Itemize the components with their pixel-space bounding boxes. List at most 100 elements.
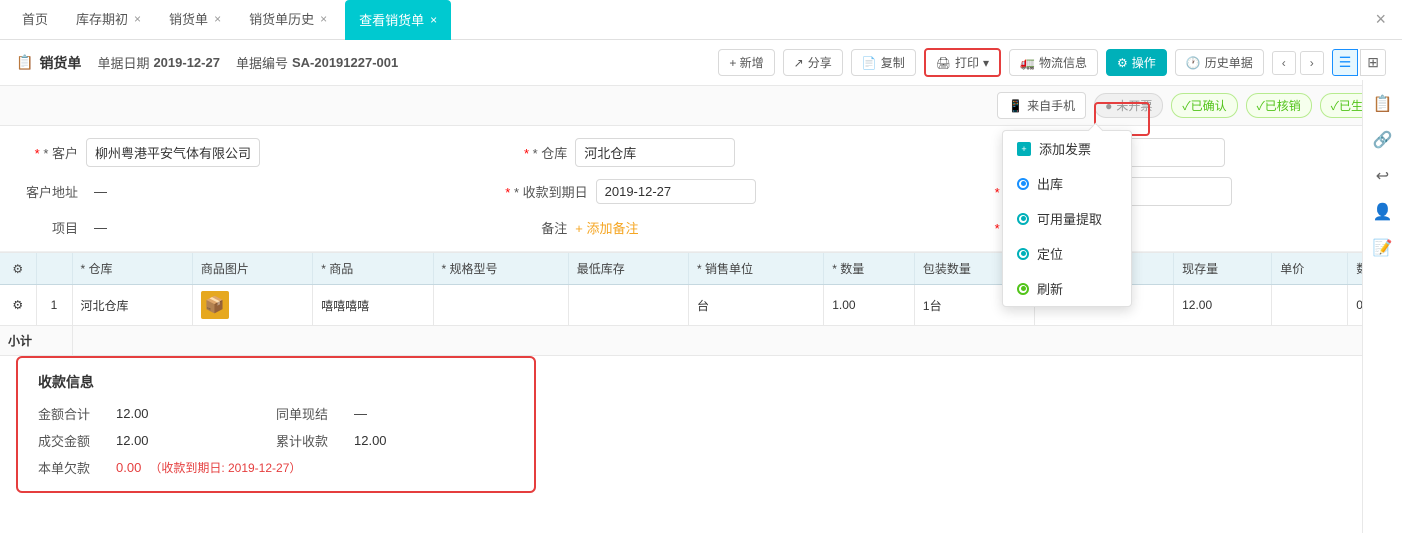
address-field: 客户地址 — bbox=[16, 180, 505, 203]
window-close-button[interactable]: × bbox=[1367, 9, 1394, 30]
transaction-value: 12.00 bbox=[116, 433, 149, 448]
from-mobile-button[interactable]: 📱 来自手机 bbox=[997, 92, 1086, 119]
cumulative-item: 累计收款 12.00 bbox=[276, 431, 514, 450]
add-note-button[interactable]: + 添加备注 bbox=[575, 218, 638, 237]
tab-sales-history[interactable]: 销货单历史 × bbox=[235, 0, 341, 40]
form-row-1: * 客户 柳州粤港平安气体有限公司 * 仓库 河北仓库 业务员 演示账号 bbox=[16, 138, 1386, 167]
balance-label: 本单欠款 bbox=[38, 458, 108, 477]
sidebar-doc-icon[interactable]: 📋 bbox=[1367, 88, 1399, 120]
row-product[interactable]: 嘻嘻嘻嘻 bbox=[313, 285, 433, 326]
balance-note: （收款到期日: 2019-12-27） bbox=[149, 459, 301, 476]
row-settings[interactable]: ⚙ bbox=[0, 285, 36, 326]
sidebar-link-icon[interactable]: 🔗 bbox=[1367, 124, 1399, 156]
sidebar-user-icon[interactable]: 👤 bbox=[1367, 196, 1399, 228]
project-value[interactable]: — bbox=[86, 216, 246, 239]
row-warehouse[interactable]: 河北仓库 bbox=[72, 285, 192, 326]
doc-actions: + 新增 ↗ 分享 📄 复制 🖨 打印 ▾ 🚛 物流信息 bbox=[718, 48, 1386, 77]
customer-value[interactable]: 柳州粤港平安气体有限公司 bbox=[86, 138, 260, 167]
grid-view-button[interactable]: ⊞ bbox=[1360, 49, 1386, 76]
row-price[interactable] bbox=[1272, 285, 1348, 326]
summary-panel: 收款信息 金额合计 12.00 同单现结 — 成交金额 12.00 累计收款 1… bbox=[16, 356, 536, 493]
doc-header: 📋 销货单 单据日期 2019-12-27 单据编号 SA-20191227-0… bbox=[0, 40, 1402, 86]
print-icon: 🖨 bbox=[936, 56, 951, 70]
doc-icon: 📋 bbox=[16, 54, 33, 71]
same-order-label: 同单现结 bbox=[276, 404, 346, 423]
share-button[interactable]: ↗ 分享 bbox=[783, 49, 843, 76]
col-unit: * 销售单位 bbox=[689, 253, 824, 285]
tab-sales-history-close[interactable]: × bbox=[320, 12, 327, 26]
cancelled-badge: ✓已核销 bbox=[1246, 93, 1312, 118]
list-view-button[interactable]: ☰ bbox=[1332, 49, 1359, 76]
warehouse-value[interactable]: 河北仓库 bbox=[575, 138, 735, 167]
sidebar-note-icon[interactable]: 📝 bbox=[1367, 232, 1399, 264]
print-button[interactable]: 🖨 打印 ▾ bbox=[924, 48, 1001, 77]
row-image: 📦 bbox=[192, 285, 312, 326]
total-amount-item: 金额合计 12.00 bbox=[38, 404, 276, 423]
row-quantity[interactable]: 1.00 bbox=[824, 285, 915, 326]
nav-arrows: ‹ › bbox=[1272, 51, 1324, 75]
project-label: 项目 bbox=[16, 218, 86, 237]
locate-icon bbox=[1017, 248, 1029, 260]
total-amount-label: 金额合计 bbox=[38, 404, 108, 423]
tab-sales[interactable]: 销货单 × bbox=[155, 0, 235, 40]
menu-stock-out[interactable]: 出库 bbox=[1003, 166, 1131, 201]
doc-meta: 单据日期 2019-12-27 单据编号 SA-20191227-001 bbox=[97, 53, 398, 72]
note-label: 备注 bbox=[505, 218, 575, 237]
menu-available-qty[interactable]: 可用量提取 bbox=[1003, 201, 1131, 236]
col-spec: * 规格型号 bbox=[433, 253, 568, 285]
col-settings[interactable]: ⚙ bbox=[0, 253, 36, 285]
sidebar-return-icon[interactable]: ↩ bbox=[1367, 160, 1399, 192]
subtotal-values bbox=[72, 326, 1402, 356]
row-spec[interactable] bbox=[433, 285, 568, 326]
row-unit[interactable]: 台 bbox=[689, 285, 824, 326]
col-image: 商品图片 bbox=[192, 253, 312, 285]
form-section: * 客户 柳州粤港平安气体有限公司 * 仓库 河北仓库 业务员 演示账号 客户地… bbox=[0, 126, 1402, 252]
view-toggle: ☰ ⊞ bbox=[1332, 49, 1386, 76]
menu-refresh[interactable]: 刷新 bbox=[1003, 271, 1131, 306]
operations-icon: ⚙ bbox=[1117, 56, 1128, 70]
cumulative-label: 累计收款 bbox=[276, 431, 346, 450]
stock-out-icon bbox=[1017, 178, 1029, 190]
not-open-badge: ● 未开票 bbox=[1094, 93, 1163, 118]
new-button[interactable]: + 新增 bbox=[718, 49, 774, 76]
available-qty-icon bbox=[1017, 213, 1029, 225]
address-value[interactable]: — bbox=[86, 180, 246, 203]
tab-home[interactable]: 首页 bbox=[8, 0, 62, 40]
copy-button[interactable]: 📄 复制 bbox=[851, 49, 916, 76]
prev-record-button[interactable]: ‹ bbox=[1272, 51, 1296, 75]
col-price: 单价 bbox=[1272, 253, 1348, 285]
tab-inventory-close[interactable]: × bbox=[134, 12, 141, 26]
menu-locate[interactable]: 定位 bbox=[1003, 236, 1131, 271]
tab-sales-close[interactable]: × bbox=[214, 12, 221, 26]
ticket-icon: ● bbox=[1105, 99, 1112, 113]
tab-bar: 首页 库存期初 × 销货单 × 销货单历史 × 查看销货单 × × bbox=[0, 0, 1402, 40]
doc-title: 📋 销货单 bbox=[16, 53, 81, 73]
form-row-3: 项目 — 备注 + 添加备注 * 业务员孟 — bbox=[16, 216, 1386, 239]
transaction-label: 成交金额 bbox=[38, 431, 108, 450]
col-num bbox=[36, 253, 72, 285]
total-amount-value: 12.00 bbox=[116, 406, 149, 421]
tab-inventory[interactable]: 库存期初 × bbox=[62, 0, 155, 40]
product-image: 📦 bbox=[201, 291, 229, 319]
mobile-icon: 📱 bbox=[1008, 99, 1023, 113]
menu-add-invoice[interactable]: + 添加发票 bbox=[1003, 131, 1131, 166]
operations-dropdown: + 添加发票 出库 可用量提取 定位 bbox=[1002, 130, 1132, 307]
doc-number-label: 单据编号 SA-20191227-001 bbox=[236, 53, 398, 72]
main-content: 📋 销货单 单据日期 2019-12-27 单据编号 SA-20191227-0… bbox=[0, 40, 1402, 533]
history-button[interactable]: 🕐 历史单据 bbox=[1175, 49, 1264, 76]
subtotal-row: 小计 bbox=[0, 326, 1402, 356]
payment-date-value[interactable]: 2019-12-27 bbox=[596, 179, 756, 204]
operations-button[interactable]: ⚙ 操作 bbox=[1106, 49, 1167, 76]
next-record-button[interactable]: › bbox=[1300, 51, 1324, 75]
logistics-icon: 🚛 bbox=[1020, 56, 1035, 70]
logistics-button[interactable]: 🚛 物流信息 bbox=[1009, 49, 1098, 76]
toolbar-row: 📱 来自手机 ● 未开票 ✓已确认 ✓已核销 ✓已生效 bbox=[0, 86, 1402, 126]
tab-check-sales[interactable]: 查看销货单 × bbox=[345, 0, 451, 40]
row-min-stock[interactable] bbox=[568, 285, 688, 326]
tab-check-sales-close[interactable]: × bbox=[430, 13, 437, 27]
refresh-icon bbox=[1017, 283, 1029, 295]
summary-title: 收款信息 bbox=[38, 372, 514, 392]
share-icon: ↗ bbox=[794, 56, 804, 70]
row-current[interactable]: 12.00 bbox=[1174, 285, 1272, 326]
cumulative-value: 12.00 bbox=[354, 433, 387, 448]
